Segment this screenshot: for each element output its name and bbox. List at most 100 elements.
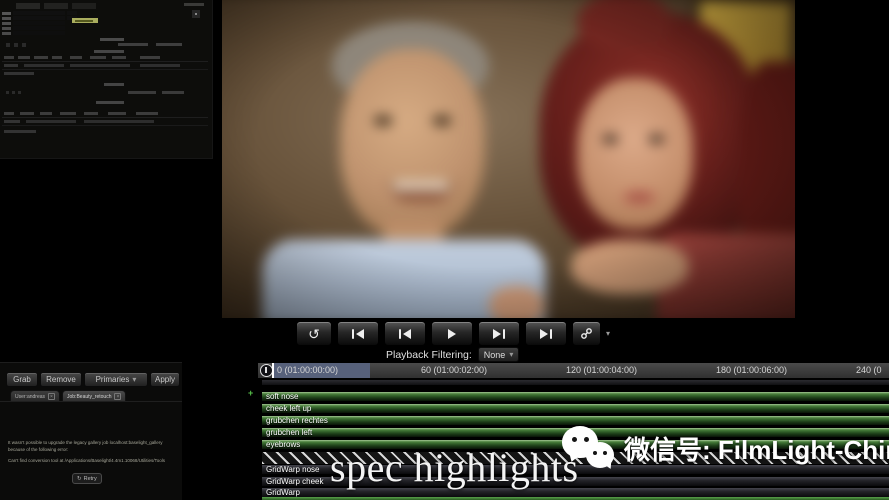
transport-controls: ↺ ▾ <box>296 321 610 346</box>
panel-detail <box>184 3 204 6</box>
timeline-ruler[interactable]: 0 (01:00:00:00) 60 (01:00:02:00) 120 (01:0… <box>258 363 889 378</box>
panel-detail <box>94 50 124 53</box>
panel-detail <box>108 112 126 115</box>
panel-detail <box>44 3 68 9</box>
retry-button[interactable]: ↻ Retry <box>72 473 102 484</box>
panel-detail <box>24 64 64 67</box>
link-icon <box>581 328 592 339</box>
track-label: soft nose <box>266 392 299 401</box>
loop-icon: ↺ <box>308 325 320 342</box>
panel-detail <box>13 21 65 25</box>
link-dropdown-caret[interactable]: ▾ <box>606 329 610 338</box>
track-cheek-left-up[interactable]: cheek left up <box>262 404 889 413</box>
next-frame-button[interactable] <box>478 321 520 346</box>
dropdown-caret-icon: ▾ <box>509 349 514 359</box>
playback-filtering-value: None <box>483 349 506 360</box>
skip-end-icon <box>550 328 552 339</box>
panel-detail <box>2 69 208 70</box>
add-track-plus-icon[interactable]: + <box>248 388 253 398</box>
panel-detail <box>75 19 93 22</box>
play-button[interactable] <box>431 321 473 346</box>
track-label: cheek left up <box>266 404 312 413</box>
close-icon[interactable]: × <box>114 393 122 400</box>
link-options-button[interactable] <box>572 321 601 346</box>
skip-start-icon <box>352 328 354 339</box>
loop-button[interactable]: ↺ <box>296 321 332 346</box>
panel-detail <box>84 120 154 123</box>
panel-detail <box>2 17 11 20</box>
panel-detail <box>72 3 96 9</box>
button-label: Primaries <box>95 375 130 384</box>
previous-frame-button[interactable] <box>384 321 426 346</box>
button-label: Remove <box>46 375 76 384</box>
panel-detail <box>22 43 26 47</box>
ruler-tick[interactable]: 180 (01:00:06:00) <box>716 363 787 378</box>
panel-detail <box>140 56 160 59</box>
panel-detail <box>2 125 208 126</box>
panel-detail <box>40 112 52 115</box>
tab-label: Job:Beauty_retouch <box>67 393 112 400</box>
panel-detail <box>136 112 158 115</box>
remove-button[interactable]: Remove <box>40 372 82 387</box>
skip-start-icon-arrow <box>356 328 364 339</box>
wechat-watermark-text: 微信号: FilmLight-China <box>624 434 889 465</box>
primaries-button[interactable]: Primaries ▾ <box>84 372 148 387</box>
panel-detail <box>4 64 18 67</box>
playback-filtering-row: Playback Filtering: None ▾ <box>386 347 520 362</box>
panel-detail <box>2 117 208 118</box>
wechat-logo-icon <box>562 424 616 475</box>
gallery-panel: Grab Remove Primaries ▾ Apply User:andreas × J… <box>0 362 182 500</box>
apply-button[interactable]: Apply <box>150 372 180 387</box>
playhead[interactable] <box>272 363 274 378</box>
panel-detail <box>67 11 77 15</box>
panel-detail <box>13 31 65 35</box>
clipped-track[interactable] <box>262 380 889 385</box>
skip-to-end-button[interactable] <box>525 321 567 346</box>
panel-detail <box>18 56 30 59</box>
panel-detail <box>4 72 34 75</box>
wechat-watermark: 微信号: FilmLight-China <box>562 424 889 475</box>
panel-detail <box>4 112 14 115</box>
retry-label: Retry <box>83 475 97 482</box>
gallery-error-detail: Can't find conversion tool at /Applicati… <box>8 458 165 463</box>
ruler-tick[interactable]: 60 (01:00:02:00) <box>421 363 487 378</box>
panel-detail <box>4 130 36 133</box>
next-frame-icon-arrow <box>493 328 501 339</box>
ruler-tick[interactable]: 120 (01:00:04:00) <box>566 363 637 378</box>
grab-button[interactable]: Grab <box>6 372 38 387</box>
panel-detail <box>4 56 14 59</box>
panel-detail <box>162 91 184 94</box>
panel-detail <box>52 56 62 59</box>
panel-detail <box>26 120 76 123</box>
gallery-error-line2: because of the following error: <box>8 447 69 452</box>
ruler-tick[interactable]: 240 (0 <box>856 363 882 378</box>
panel-detail <box>4 120 20 123</box>
panel-detail <box>2 12 11 15</box>
panel-detail <box>70 56 82 59</box>
panel-detail <box>100 38 124 41</box>
tab-label: User:andreas <box>15 393 46 400</box>
panel-detail <box>84 112 98 115</box>
panel-detail <box>118 43 148 46</box>
close-icon[interactable]: × <box>48 393 56 400</box>
panel-detail <box>128 91 156 94</box>
session-setup-panel <box>0 0 213 159</box>
panel-detail <box>195 13 197 15</box>
track-soft-nose[interactable]: soft nose <box>262 392 889 401</box>
spec-highlights-watermark: spec highlights <box>330 445 579 490</box>
prev-frame-icon <box>399 328 401 339</box>
panel-detail <box>2 22 11 25</box>
baselight-window: ↺ ▾ Playback Filtering: None ▾ 0 (01:00:… <box>0 0 889 500</box>
tab-divider <box>0 401 182 402</box>
ruler-tick[interactable]: 0 (01:00:00:00) <box>277 363 338 378</box>
panel-detail <box>96 101 124 104</box>
panel-detail <box>13 26 65 30</box>
panel-detail <box>12 91 15 94</box>
panel-detail <box>6 43 10 47</box>
skip-to-start-button[interactable] <box>337 321 379 346</box>
panel-detail <box>13 11 65 15</box>
viewer-image <box>222 0 795 318</box>
panel-detail <box>70 64 130 67</box>
panel-detail <box>2 27 11 30</box>
playback-filtering-dropdown[interactable]: None ▾ <box>477 347 520 362</box>
